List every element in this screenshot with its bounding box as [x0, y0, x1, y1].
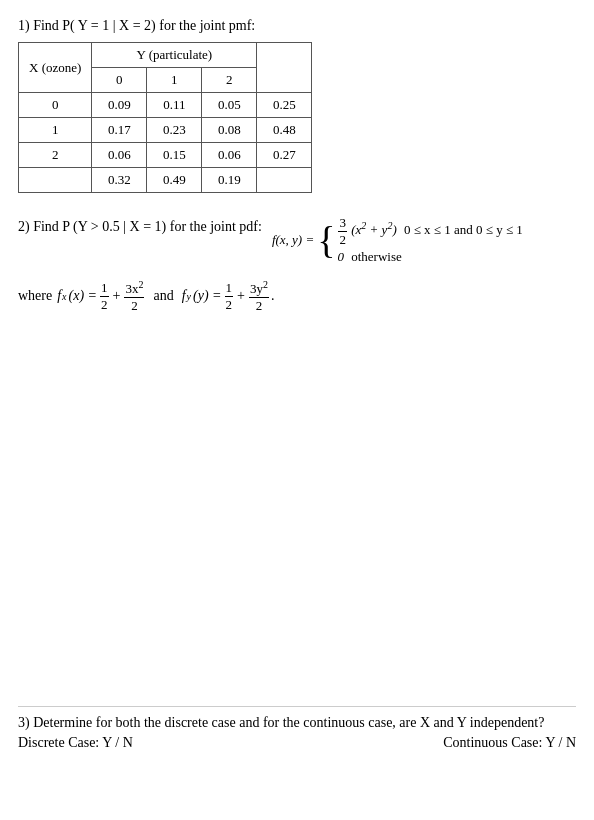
col-header-0: 0 [92, 68, 147, 93]
work-space [18, 330, 576, 690]
cell-2-2: 0.06 [202, 143, 257, 168]
fy-frac1: 1 2 [225, 280, 234, 312]
fy-frac1-num: 1 [225, 280, 234, 297]
fy-open-paren: (y) = [193, 288, 222, 304]
cell-1-1: 0.23 [147, 118, 202, 143]
fxy-label: f(x, y) = [272, 232, 314, 248]
cell-0-marginal: 0.25 [257, 93, 312, 118]
problem-3-title: 3) Determine for both the discrete case … [18, 715, 576, 731]
problem-1-title: 1) Find P( Y = 1 | X = 2) for the joint … [18, 18, 576, 34]
fy-label: f [182, 288, 186, 304]
fy-subscript: y [187, 291, 191, 302]
table-row: 2 0.06 0.15 0.06 0.27 [19, 143, 312, 168]
fy-frac2-num: 3y2 [249, 279, 269, 298]
cell-0-2: 0.05 [202, 93, 257, 118]
cell-1-0: 0.17 [92, 118, 147, 143]
x-ozone-label: X (ozone) [19, 43, 92, 93]
fx-frac2-den: 2 [130, 298, 139, 314]
cell-1-marginal: 0.48 [257, 118, 312, 143]
frac-den: 2 [338, 232, 347, 248]
piecewise-cases: 3 2 (x2 + y2) 0 ≤ x ≤ 1 and 0 ≤ y ≤ 1 0 … [337, 215, 522, 265]
col-header-1: 1 [147, 68, 202, 93]
fx-plus: + [113, 288, 121, 304]
fy-frac2: 3y2 2 [249, 279, 269, 314]
pmf-table: X (ozone) Y (particulate) 0 1 2 0 0.09 0… [18, 42, 312, 193]
problem-2-title: 2) Find P (Y > 0.5 | X = 1) for the join… [18, 213, 262, 235]
x-val-1: 1 [19, 118, 92, 143]
where-line: where fx (x) = 1 2 + 3x2 2 and fy (y) = … [18, 279, 576, 314]
cell-0-0: 0.09 [92, 93, 147, 118]
case1-condition: 0 ≤ x ≤ 1 and 0 ≤ y ≤ 1 [404, 222, 523, 237]
fx-frac2-num: 3x2 [124, 279, 144, 298]
x-val-0: 0 [19, 93, 92, 118]
fx-frac1-den: 2 [100, 297, 109, 313]
case1-expr: (x2 + y2) [351, 222, 397, 237]
problem-2-line: 2) Find P (Y > 0.5 | X = 1) for the join… [18, 213, 576, 265]
marginal-2: 0.19 [202, 168, 257, 193]
case-1: 3 2 (x2 + y2) 0 ≤ x ≤ 1 and 0 ≤ y ≤ 1 [337, 215, 522, 247]
fy-frac1-den: 2 [225, 297, 234, 313]
discrete-case-label: Discrete Case: Y / N [18, 735, 133, 751]
fy-frac2-den: 2 [255, 298, 264, 314]
continuous-case-label: Continuous Case: Y / N [443, 735, 576, 751]
where-text: where [18, 288, 52, 304]
fx-open-paren: (x) = [69, 288, 98, 304]
frac-3-2: 3 2 [338, 215, 347, 247]
fx-label: f [57, 288, 61, 304]
fy-period: . [271, 288, 275, 304]
table-row: 1 0.17 0.23 0.08 0.48 [19, 118, 312, 143]
cell-2-1: 0.15 [147, 143, 202, 168]
marginal-1: 0.49 [147, 168, 202, 193]
cell-2-0: 0.06 [92, 143, 147, 168]
marginal-0: 0.32 [92, 168, 147, 193]
y-particulate-label: Y (particulate) [92, 43, 257, 68]
fx-subscript: x [62, 291, 66, 302]
page-wrapper: 1) Find P( Y = 1 | X = 2) for the joint … [18, 18, 576, 798]
case2-condition: otherwise [351, 249, 402, 264]
fx-frac1-num: 1 [100, 280, 109, 297]
cell-1-2: 0.08 [202, 118, 257, 143]
fx-frac2: 3x2 2 [124, 279, 144, 314]
cell-0-1: 0.11 [147, 93, 202, 118]
cell-2-marginal: 0.27 [257, 143, 312, 168]
case2-expr: 0 [337, 249, 344, 264]
case-2: 0 otherwise [337, 249, 522, 265]
left-brace: { [317, 221, 335, 259]
discrete-continuous-row: Discrete Case: Y / N Continuous Case: Y … [18, 735, 576, 751]
col-header-2: 2 [202, 68, 257, 93]
case1-coeff: 3 2 [337, 222, 351, 237]
problem-3: 3) Determine for both the discrete case … [18, 706, 576, 751]
piecewise-function: f(x, y) = { 3 2 (x2 + y2) 0 ≤ x ≤ 1 and … [272, 213, 523, 265]
marginal-total [257, 168, 312, 193]
and-text: and [153, 288, 173, 304]
fy-plus: + [237, 288, 245, 304]
problem-1: 1) Find P( Y = 1 | X = 2) for the joint … [18, 18, 576, 193]
frac-num: 3 [338, 215, 347, 232]
fx-frac1: 1 2 [100, 280, 109, 312]
x-val-2: 2 [19, 143, 92, 168]
marginal-header [257, 43, 312, 93]
x-val-empty [19, 168, 92, 193]
table-header-row: X (ozone) Y (particulate) [19, 43, 312, 68]
table-row-marginals: 0.32 0.49 0.19 [19, 168, 312, 193]
problem-2: 2) Find P (Y > 0.5 | X = 1) for the join… [18, 213, 576, 314]
table-row: 0 0.09 0.11 0.05 0.25 [19, 93, 312, 118]
